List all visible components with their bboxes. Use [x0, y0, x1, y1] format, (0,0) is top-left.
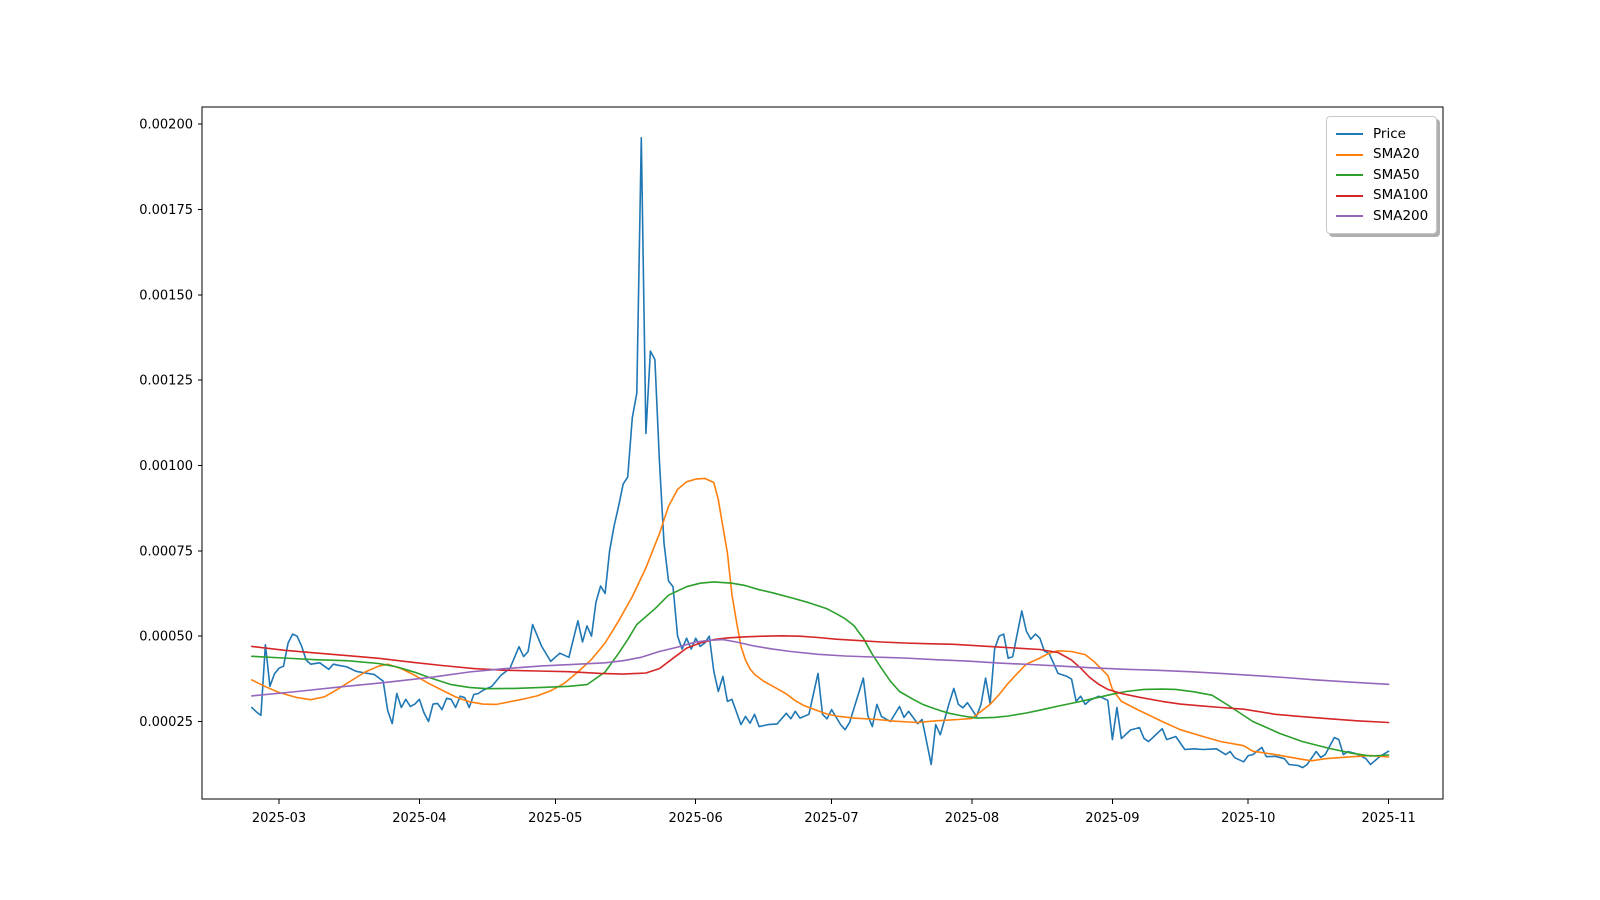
- price-sma-chart-figure: 0.00025 0.00050 0.00075 0.00100 0.00125 0.001…: [0, 0, 1600, 900]
- x-tick-label: 2025-08: [945, 811, 999, 826]
- y-tick-label: 0.00075: [139, 544, 193, 559]
- legend: Price SMA20 SMA50 SMA100 SMA200: [1326, 116, 1437, 234]
- legend-item-sma100: SMA100: [1336, 186, 1429, 207]
- y-tick-label: 0.00150: [139, 288, 193, 303]
- y-tick-label: 0.00175: [139, 203, 193, 218]
- legend-line-sample: [1336, 174, 1363, 177]
- legend-label: SMA200: [1373, 207, 1429, 224]
- x-tick-label: 2025-11: [1361, 811, 1415, 826]
- x-tick-label: 2025-05: [528, 811, 582, 826]
- x-tick-label: 2025-04: [392, 811, 446, 826]
- x-tick-label: 2025-10: [1221, 811, 1275, 826]
- y-tick-label: 0.00025: [139, 715, 193, 730]
- legend-line-sample: [1336, 153, 1363, 156]
- legend-item-sma50: SMA50: [1336, 165, 1427, 186]
- legend-label: SMA50: [1373, 166, 1420, 183]
- legend-item-price: Price: [1336, 124, 1427, 145]
- legend-item-sma20: SMA20: [1336, 145, 1427, 166]
- series-line-sma50: [251, 581, 1390, 757]
- series-line-sma20: [251, 477, 1390, 762]
- x-tick-label: 2025-03: [252, 811, 306, 826]
- y-tick-label: 0.00125: [139, 374, 193, 389]
- y-tick-label: 0.00100: [139, 459, 193, 474]
- x-tick-label: 2025-06: [669, 811, 723, 826]
- legend-label: Price: [1373, 125, 1406, 142]
- plot-frame: [201, 106, 1444, 800]
- legend-item-sma200: SMA200: [1336, 206, 1429, 227]
- legend-line-sample: [1336, 133, 1363, 136]
- legend-label: SMA20: [1373, 146, 1420, 162]
- legend-line-sample: [1336, 215, 1363, 218]
- legend-line-sample: [1336, 194, 1363, 197]
- legend-label: SMA100: [1373, 187, 1429, 203]
- x-tick-label: 2025-07: [804, 811, 858, 826]
- y-tick-label: 0.00200: [139, 118, 193, 133]
- x-tick-label: 2025-09: [1085, 811, 1139, 826]
- y-tick-label: 0.00050: [139, 630, 193, 645]
